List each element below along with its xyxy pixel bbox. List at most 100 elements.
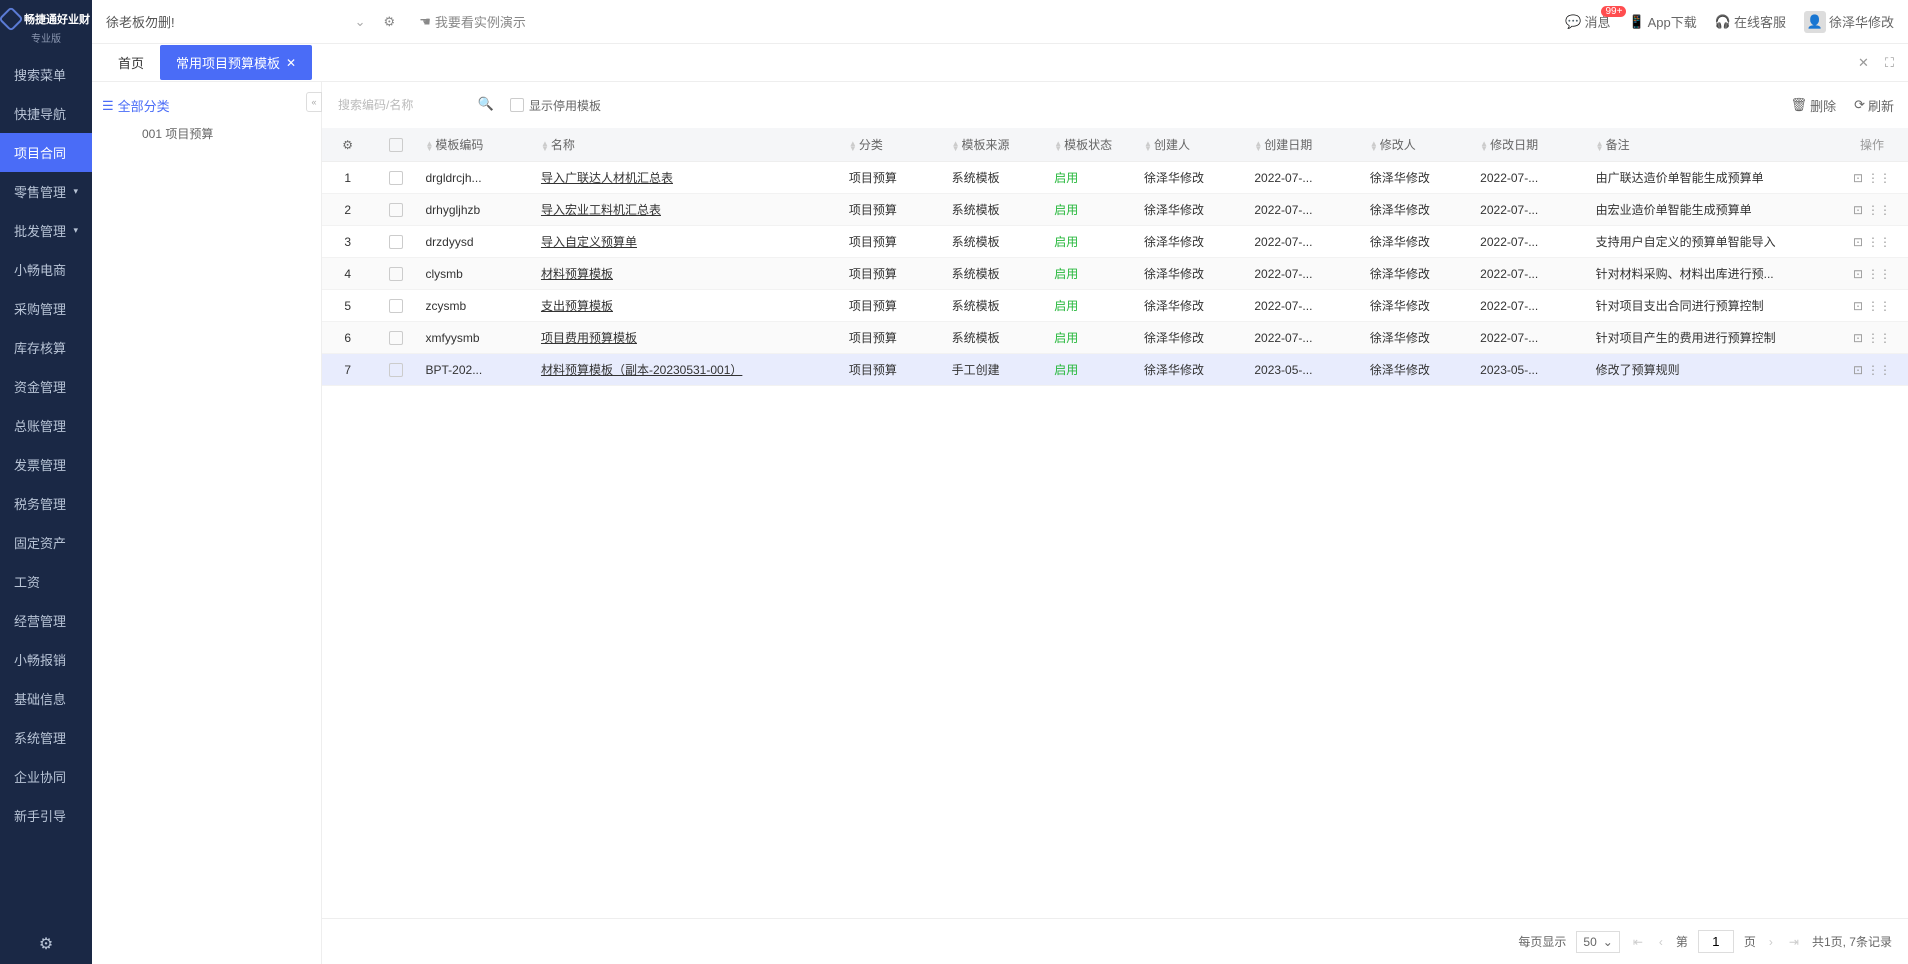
search-input[interactable] — [336, 94, 496, 117]
org-dropdown-icon[interactable]: ⌄ — [355, 14, 366, 30]
table-row[interactable]: 6xmfyysmb项目费用预算模板项目预算系统模板启用徐泽华修改2022-07-… — [322, 322, 1908, 354]
col-source[interactable]: 模板来源 — [961, 138, 1009, 152]
show-disabled-checkbox[interactable]: 显示停用模板 — [510, 97, 601, 114]
view-icon[interactable]: ⊡ — [1853, 267, 1863, 281]
sidebar-item[interactable]: 小畅报销 — [0, 640, 92, 679]
row-checkbox[interactable] — [389, 171, 403, 185]
sidebar-item[interactable]: 固定资产 — [0, 523, 92, 562]
table-row[interactable]: 3drzdyysd导入自定义预算单项目预算系统模板启用徐泽华修改2022-07-… — [322, 226, 1908, 258]
row-checkbox[interactable] — [389, 299, 403, 313]
search-icon[interactable]: 🔍 — [478, 96, 494, 112]
sidebar-item[interactable]: 批发管理▾ — [0, 211, 92, 250]
sidebar-item[interactable]: 系统管理 — [0, 718, 92, 757]
col-name[interactable]: 名称 — [551, 138, 575, 152]
tab-close-icon[interactable]: ✕ — [286, 56, 296, 70]
sidebar-item[interactable]: 经营管理 — [0, 601, 92, 640]
sidebar-item[interactable]: 基础信息 — [0, 679, 92, 718]
template-name-link[interactable]: 项目费用预算模板 — [541, 331, 637, 345]
table-row[interactable]: 5zcysmb支出预算模板项目预算系统模板启用徐泽华修改2022-07-...徐… — [322, 290, 1908, 322]
view-icon[interactable]: ⊡ — [1853, 171, 1863, 185]
sidebar-item[interactable]: 税务管理 — [0, 484, 92, 523]
user-menu[interactable]: 👤 徐泽华修改 — [1804, 11, 1894, 33]
template-name-link[interactable]: 导入广联达人材机汇总表 — [541, 171, 673, 185]
category-root[interactable]: ☰ 全部分类 — [102, 96, 311, 115]
col-creator[interactable]: 创建人 — [1154, 138, 1190, 152]
page-input[interactable] — [1698, 930, 1734, 953]
row-checkbox[interactable] — [389, 235, 403, 249]
col-code[interactable]: 模板编码 — [435, 138, 483, 152]
col-modifier[interactable]: 修改人 — [1380, 138, 1416, 152]
tab-home[interactable]: 首页 — [102, 45, 160, 80]
col-create-date[interactable]: 创建日期 — [1264, 138, 1312, 152]
demo-link[interactable]: ☚ 我要看实例演示 — [419, 12, 526, 31]
more-icon[interactable]: ⋮⋮ — [1867, 363, 1891, 377]
sidebar-item[interactable]: 采购管理 — [0, 289, 92, 328]
more-icon[interactable]: ⋮⋮ — [1867, 299, 1891, 313]
prev-page-button[interactable]: ‹ — [1656, 935, 1666, 949]
message-icon: 💬 — [1565, 14, 1581, 30]
sidebar-item[interactable]: 资金管理 — [0, 367, 92, 406]
sidebar-item[interactable]: 工资 — [0, 562, 92, 601]
first-page-button[interactable]: ⇤ — [1630, 935, 1646, 949]
more-icon[interactable]: ⋮⋮ — [1867, 203, 1891, 217]
table-row[interactable]: 2drhygljhzb导入宏业工料机汇总表项目预算系统模板启用徐泽华修改2022… — [322, 194, 1908, 226]
table-row[interactable]: 4clysmb材料预算模板项目预算系统模板启用徐泽华修改2022-07-...徐… — [322, 258, 1908, 290]
sidebar-item[interactable]: 项目合同 — [0, 133, 92, 172]
more-icon[interactable]: ⋮⋮ — [1867, 171, 1891, 185]
status-badge: 启用 — [1054, 267, 1078, 281]
per-page-select[interactable]: 50 ⌄ — [1576, 931, 1619, 953]
sidebar-item[interactable]: 企业协同 — [0, 757, 92, 796]
template-name-link[interactable]: 导入宏业工料机汇总表 — [541, 203, 661, 217]
app-download-button[interactable]: 📱App下载 — [1628, 12, 1696, 31]
sidebar-item[interactable]: 发票管理 — [0, 445, 92, 484]
next-page-button[interactable]: › — [1766, 935, 1776, 949]
fullscreen-icon[interactable]: ⛶ — [1881, 51, 1898, 75]
more-icon[interactable]: ⋮⋮ — [1867, 235, 1891, 249]
messages-button[interactable]: 💬 消息 99+ — [1565, 12, 1610, 31]
select-all-checkbox[interactable] — [389, 138, 403, 152]
view-icon[interactable]: ⊡ — [1853, 203, 1863, 217]
row-checkbox[interactable] — [389, 267, 403, 281]
more-icon[interactable]: ⋮⋮ — [1867, 331, 1891, 345]
table-row[interactable]: 7BPT-202...材料预算模板（副本-20230531-001）项目预算手工… — [322, 354, 1908, 386]
row-checkbox[interactable] — [389, 363, 403, 377]
sidebar-item[interactable]: 总账管理 — [0, 406, 92, 445]
collapse-panel-icon[interactable]: « — [306, 92, 322, 112]
template-name-link[interactable]: 支出预算模板 — [541, 299, 613, 313]
view-icon[interactable]: ⊡ — [1853, 235, 1863, 249]
delete-button[interactable]: 🗑删除 — [1791, 96, 1837, 115]
sidebar-item[interactable]: 快捷导航 — [0, 94, 92, 133]
template-name-link[interactable]: 导入自定义预算单 — [541, 235, 637, 249]
col-ops: 操作 — [1860, 138, 1884, 152]
hand-icon: ☚ — [419, 14, 431, 30]
tab-budget-template[interactable]: 常用项目预算模板 ✕ — [160, 45, 312, 80]
view-icon[interactable]: ⊡ — [1853, 363, 1863, 377]
table-row[interactable]: 1drgldrcjh...导入广联达人材机汇总表项目预算系统模板启用徐泽华修改2… — [322, 162, 1908, 194]
template-name-link[interactable]: 材料预算模板（副本-20230531-001） — [541, 363, 742, 377]
sidebar-settings-icon[interactable]: ⚙ — [39, 936, 53, 953]
row-checkbox[interactable] — [389, 331, 403, 345]
status-badge: 启用 — [1054, 203, 1078, 217]
more-icon[interactable]: ⋮⋮ — [1867, 267, 1891, 281]
sidebar-item[interactable]: 库存核算 — [0, 328, 92, 367]
category-item[interactable]: 001 项目预算 — [102, 115, 311, 142]
row-checkbox[interactable] — [389, 203, 403, 217]
col-remark[interactable]: 备注 — [1606, 138, 1630, 152]
checkbox-icon — [510, 98, 524, 112]
sidebar-item[interactable]: 新手引导 — [0, 796, 92, 835]
close-all-tabs-icon[interactable]: ✕ — [1854, 51, 1873, 75]
view-icon[interactable]: ⊡ — [1853, 299, 1863, 313]
template-name-link[interactable]: 材料预算模板 — [541, 267, 613, 281]
col-category[interactable]: 分类 — [859, 138, 883, 152]
header-settings-icon[interactable]: ⚙ — [384, 14, 396, 30]
sidebar-item[interactable]: 零售管理▾ — [0, 172, 92, 211]
gear-icon[interactable]: ⚙ — [342, 138, 353, 152]
refresh-button[interactable]: ⟳刷新 — [1854, 96, 1894, 115]
sidebar-item[interactable]: 小畅电商 — [0, 250, 92, 289]
last-page-button[interactable]: ⇥ — [1786, 935, 1802, 949]
col-status[interactable]: 模板状态 — [1064, 138, 1112, 152]
view-icon[interactable]: ⊡ — [1853, 331, 1863, 345]
online-service-button[interactable]: 🎧在线客服 — [1715, 12, 1786, 31]
col-modify-date[interactable]: 修改日期 — [1490, 138, 1538, 152]
sidebar-item[interactable]: 搜索菜单 — [0, 55, 92, 94]
